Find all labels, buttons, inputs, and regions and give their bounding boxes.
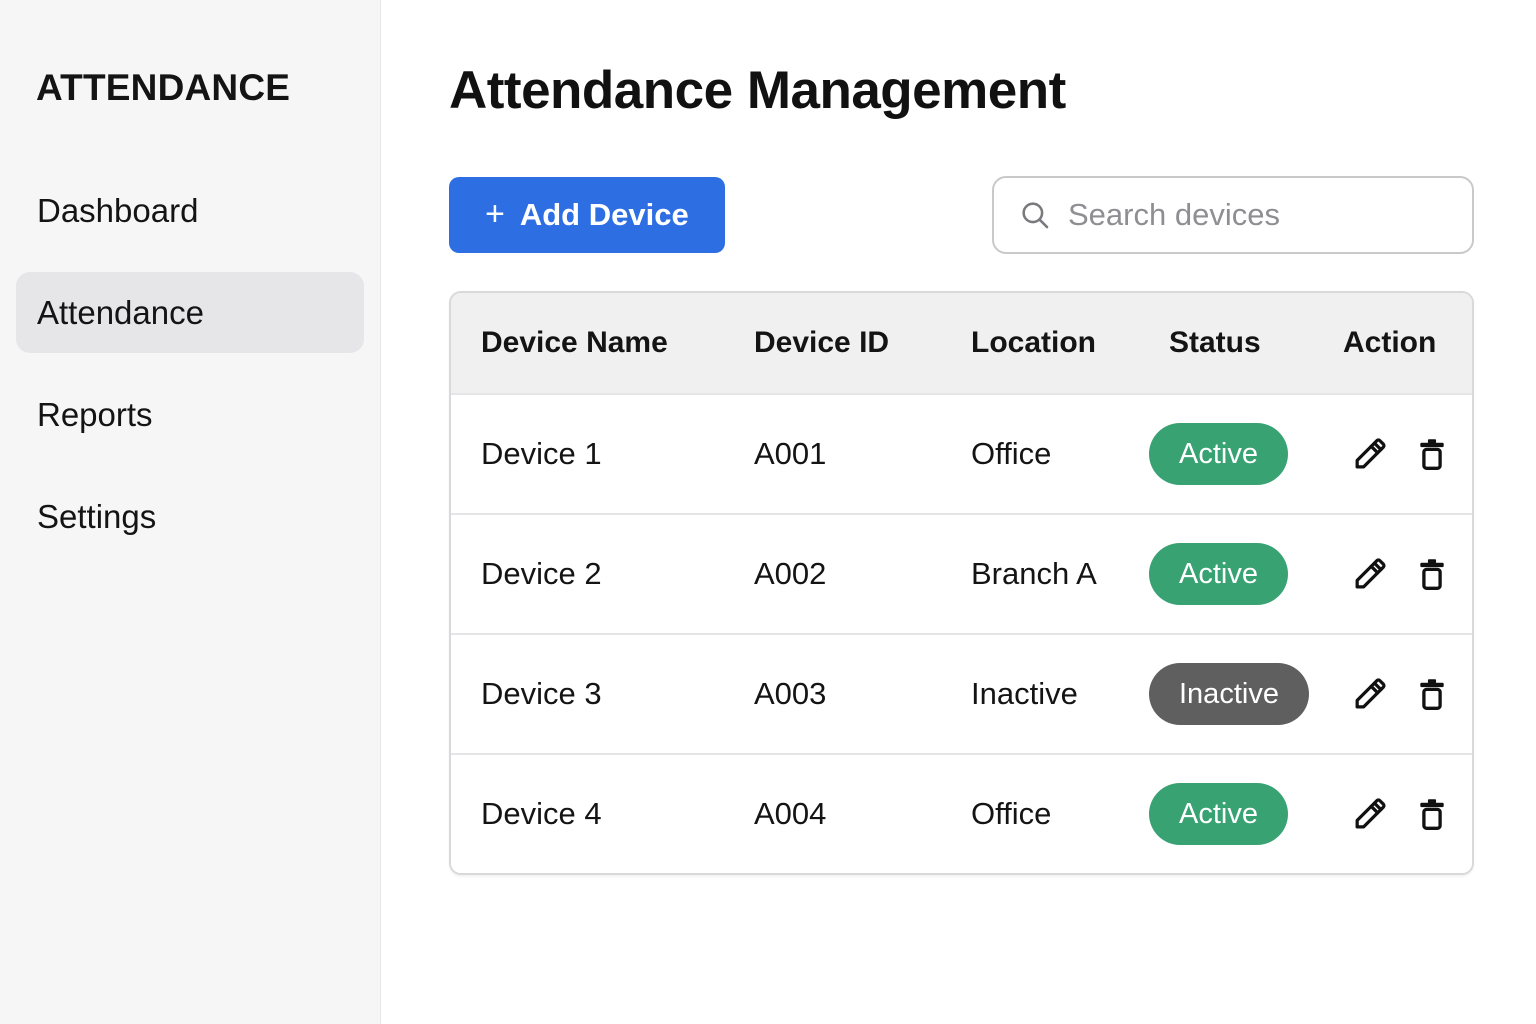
cell-device-name: Device 1	[481, 436, 602, 471]
col-header-location: Location	[971, 326, 1096, 359]
table-row: Device 4 A004 Office Active	[451, 753, 1472, 873]
sidebar-nav: Dashboard Attendance Reports Settings	[16, 170, 364, 557]
pencil-icon	[1355, 797, 1386, 828]
add-device-label: Add Device	[519, 197, 689, 232]
status-badge: Inactive	[1149, 663, 1309, 725]
col-header-status: Status	[1169, 326, 1261, 359]
sidebar-item-attendance[interactable]: Attendance	[16, 272, 364, 353]
cell-actions	[1343, 556, 1472, 593]
sidebar-item-dashboard[interactable]: Dashboard	[16, 170, 364, 251]
table-row: Device 2 A002 Branch A Active	[451, 513, 1472, 633]
delete-button[interactable]	[1414, 676, 1450, 713]
delete-button[interactable]	[1414, 796, 1450, 833]
cell-device-id: A002	[754, 556, 827, 591]
table-body: Device 1 A001 Office Active Device 2 A00…	[451, 393, 1472, 873]
trash-icon	[1420, 558, 1444, 590]
page-title: Attendance Management	[449, 61, 1066, 120]
col-header-action: Action	[1343, 326, 1437, 359]
search-icon	[1022, 202, 1049, 229]
edit-button[interactable]	[1351, 676, 1388, 713]
search-input[interactable]	[1068, 197, 1467, 233]
pencil-icon	[1355, 557, 1386, 588]
status-badge: Active	[1149, 423, 1288, 485]
cell-device-id: A004	[754, 796, 827, 831]
trash-icon	[1420, 798, 1444, 830]
table-row: Device 3 A003 Inactive Inactive	[451, 633, 1472, 753]
cell-status: Active	[1149, 543, 1343, 605]
trash-icon	[1420, 438, 1444, 470]
app-window: ATTENDANCE Dashboard Attendance Reports Set…	[0, 0, 1536, 1024]
status-badge: Active	[1149, 543, 1288, 605]
cell-device-name: Device 3	[481, 676, 602, 711]
cell-location: Inactive	[971, 676, 1078, 711]
trash-icon	[1420, 678, 1444, 710]
cell-device-id: A001	[754, 436, 827, 471]
sidebar-item-settings[interactable]: Settings	[16, 476, 364, 557]
cell-actions	[1343, 436, 1472, 473]
delete-button[interactable]	[1414, 436, 1450, 473]
cell-location: Branch A	[971, 556, 1097, 591]
cell-device-name: Device 4	[481, 796, 602, 831]
cell-actions	[1343, 676, 1472, 713]
add-device-button[interactable]: + Add Device	[449, 177, 725, 253]
edit-button[interactable]	[1351, 796, 1388, 833]
cell-actions	[1343, 796, 1472, 833]
edit-button[interactable]	[1351, 436, 1388, 473]
table-row: Device 1 A001 Office Active	[451, 393, 1472, 513]
cell-status: Inactive	[1149, 663, 1343, 725]
cell-device-id: A003	[754, 676, 827, 711]
status-badge: Active	[1149, 783, 1288, 845]
pencil-icon	[1355, 677, 1386, 708]
cell-location: Office	[971, 796, 1052, 831]
sidebar-item-reports[interactable]: Reports	[16, 374, 364, 455]
delete-button[interactable]	[1414, 556, 1450, 593]
sidebar: ATTENDANCE Dashboard Attendance Reports Set…	[0, 0, 381, 1024]
search-box	[992, 176, 1474, 254]
col-header-device-id: Device ID	[754, 326, 890, 359]
table-header-row: Device Name Device ID Location Status Ac…	[451, 293, 1472, 393]
pencil-icon	[1355, 437, 1386, 468]
toolbar: + Add Device	[449, 176, 1474, 254]
devices-table: Device Name Device ID Location Status Ac…	[449, 291, 1474, 875]
cell-device-name: Device 2	[481, 556, 602, 591]
col-header-device-name: Device Name	[481, 326, 668, 359]
cell-location: Office	[971, 436, 1052, 471]
cell-status: Active	[1149, 783, 1343, 845]
main-content: Attendance Management + Add Device Devic…	[381, 0, 1536, 1024]
cell-status: Active	[1149, 423, 1343, 485]
edit-button[interactable]	[1351, 556, 1388, 593]
plus-icon: +	[485, 194, 505, 233]
sidebar-title: ATTENDANCE	[36, 67, 291, 108]
